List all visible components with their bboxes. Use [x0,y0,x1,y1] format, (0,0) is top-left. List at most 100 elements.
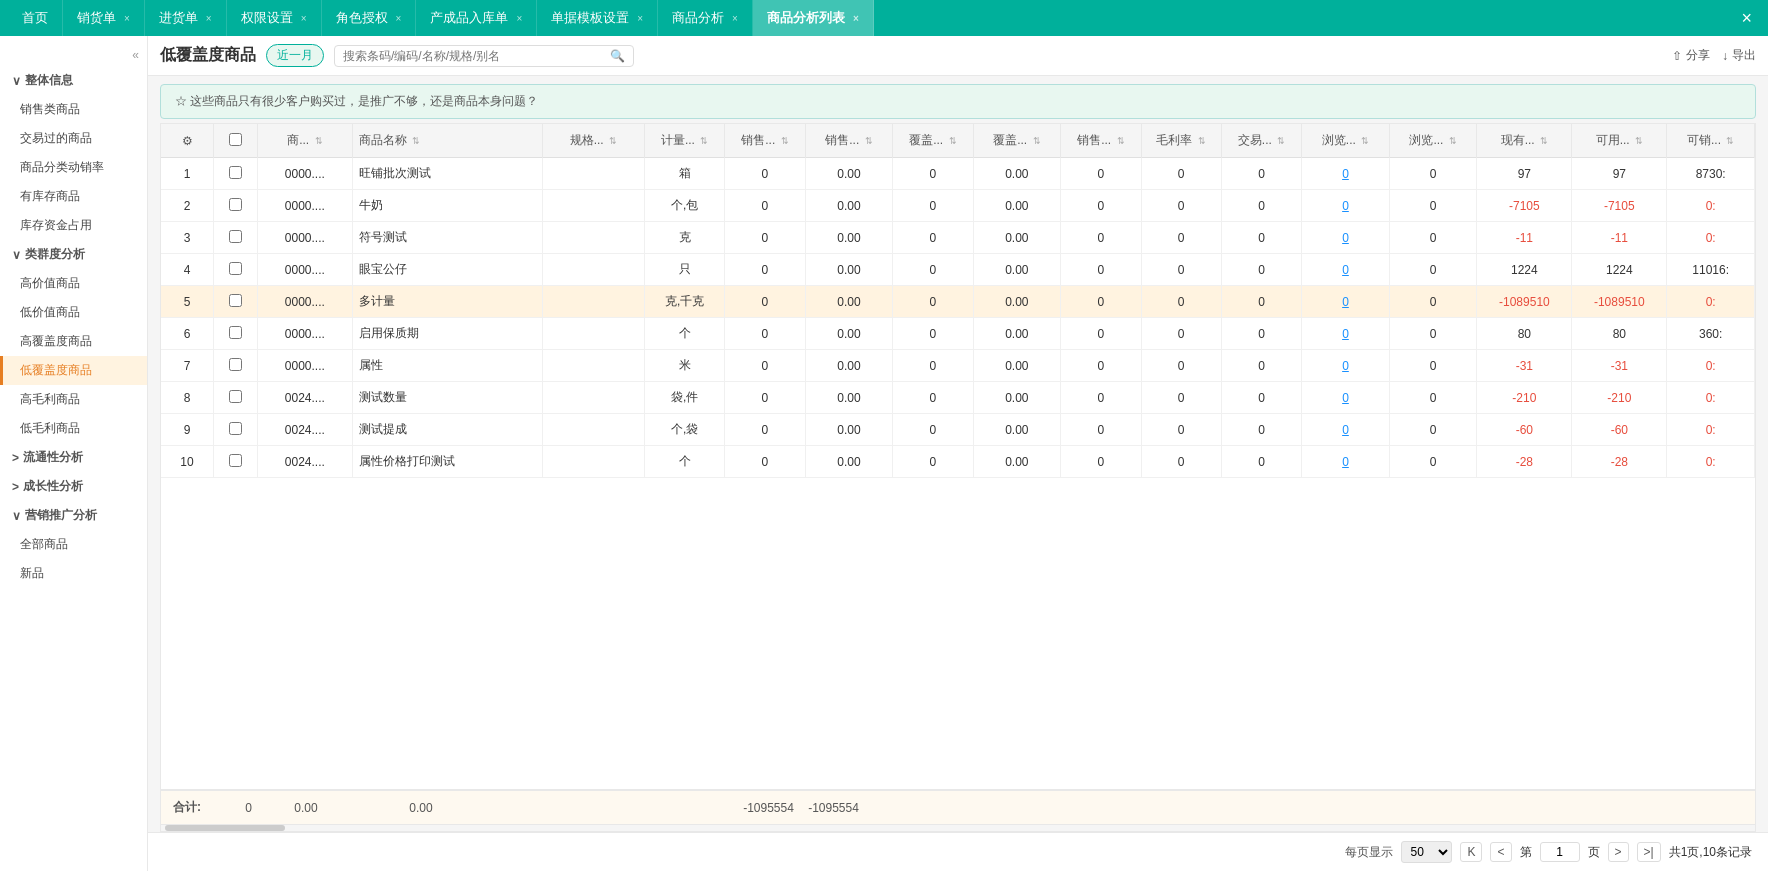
cell-browse-cnt[interactable]: 0 [1302,446,1390,478]
page-last-button[interactable]: >| [1637,842,1661,862]
sidebar-item-low-gross[interactable]: 低毛利商品 [0,414,147,443]
row-checkbox-8[interactable] [229,422,242,435]
sidebar-section-cluster[interactable]: ∨ 类群度分析 [0,240,147,269]
nav-tab-product[interactable]: 产成品入库单 × [416,0,537,36]
search-icon[interactable]: 🔍 [610,49,625,63]
cell-check[interactable] [214,190,258,222]
nav-tab-analysis-list-close[interactable]: × [853,13,859,24]
nav-tab-purchase-close[interactable]: × [206,13,212,24]
sidebar-item-low-coverage[interactable]: 低覆盖度商品 [0,356,147,385]
nav-tab-role[interactable]: 角色授权 × [322,0,417,36]
page-number-input[interactable] [1540,842,1580,862]
nav-tab-role-close[interactable]: × [396,13,402,24]
sidebar-section-marketing[interactable]: ∨ 营销推广分析 [0,501,147,530]
col-header-sales-amt[interactable]: 销售... ⇅ [805,124,893,158]
sidebar-collapse-button[interactable]: « [0,44,147,66]
cell-check[interactable] [214,446,258,478]
row-checkbox-2[interactable] [229,230,242,243]
horizontal-scrollbar[interactable] [160,824,1756,832]
row-checkbox-7[interactable] [229,390,242,403]
cell-check[interactable] [214,382,258,414]
page-first-button[interactable]: K [1460,842,1482,862]
row-checkbox-5[interactable] [229,326,242,339]
row-checkbox-0[interactable] [229,166,242,179]
col-header-trans[interactable]: 交易... ⇅ [1221,124,1301,158]
row-checkbox-4[interactable] [229,294,242,307]
sidebar-section-circulation[interactable]: > 流通性分析 [0,443,147,472]
cell-check[interactable] [214,158,258,190]
col-header-sales-days[interactable]: 销售... ⇅ [1061,124,1141,158]
cell-check[interactable] [214,318,258,350]
sidebar-item-all-goods[interactable]: 全部商品 [0,530,147,559]
nav-tab-analysis-close[interactable]: × [732,13,738,24]
cell-browse-cnt[interactable]: 0 [1302,190,1390,222]
page-size-select[interactable]: 20 50 100 [1401,841,1452,863]
sidebar-item-high-value[interactable]: 高价值商品 [0,269,147,298]
window-close-button[interactable]: × [1733,8,1760,29]
sidebar-item-category-rate[interactable]: 商品分类动销率 [0,153,147,182]
nav-tab-purchase[interactable]: 进货单 × [145,0,227,36]
nav-tab-product-close[interactable]: × [516,13,522,24]
period-button[interactable]: 近一月 [266,44,324,67]
nav-tab-analysis[interactable]: 商品分析 × [658,0,753,36]
nav-tab-sales[interactable]: 销货单 × [63,0,145,36]
col-header-spec[interactable]: 规格... ⇅ [542,124,644,158]
cell-check[interactable] [214,222,258,254]
cell-check[interactable] [214,286,258,318]
sidebar-item-traded-goods[interactable]: 交易过的商品 [0,124,147,153]
export-button[interactable]: ↓ 导出 [1722,47,1756,64]
cell-browse-cnt[interactable]: 0 [1302,318,1390,350]
nav-tab-permission-close[interactable]: × [301,13,307,24]
cell-browse-cnt[interactable]: 0 [1302,222,1390,254]
col-header-stock[interactable]: 现有... ⇅ [1477,124,1572,158]
share-button[interactable]: ⇧ 分享 [1672,47,1710,64]
col-header-cover-cust[interactable]: 覆盖... ⇅ [893,124,973,158]
col-header-available[interactable]: 可用... ⇅ [1572,124,1667,158]
cell-browse-cnt[interactable]: 0 [1302,254,1390,286]
sidebar-item-sales-goods[interactable]: 销售类商品 [0,95,147,124]
sidebar-section-overall[interactable]: ∨ 整体信息 [0,66,147,95]
nav-tab-permission[interactable]: 权限设置 × [227,0,322,36]
nav-tab-home[interactable]: 首页 [8,0,63,36]
cell-browse-cnt[interactable]: 0 [1302,158,1390,190]
data-table-container[interactable]: ⚙ 商... ⇅ 商品名称 ⇅ 规格... ⇅ 计量... ⇅ 销售... ⇅ … [160,123,1756,790]
search-input[interactable] [343,49,606,63]
col-header-cover-rate[interactable]: 覆盖... ⇅ [973,124,1061,158]
col-header-sales-qty[interactable]: 销售... ⇅ [725,124,805,158]
sidebar-section-growth[interactable]: > 成长性分析 [0,472,147,501]
col-header-sellable[interactable]: 可销... ⇅ [1667,124,1755,158]
page-prev-button[interactable]: < [1490,842,1511,862]
cell-browse-cnt[interactable]: 0 [1302,382,1390,414]
cell-browse-cnt[interactable]: 0 [1302,350,1390,382]
nav-tab-sales-close[interactable]: × [124,13,130,24]
sidebar-item-capital[interactable]: 库存资金占用 [0,211,147,240]
col-header-code[interactable]: 商... ⇅ [257,124,352,158]
cell-browse-cnt[interactable]: 0 [1302,414,1390,446]
col-header-name[interactable]: 商品名称 ⇅ [352,124,542,158]
cell-name: 属性 [352,350,542,382]
cell-check[interactable] [214,254,258,286]
row-checkbox-1[interactable] [229,198,242,211]
nav-tab-template[interactable]: 单据模板设置 × [537,0,658,36]
nav-tab-template-close[interactable]: × [637,13,643,24]
cell-browse-cnt[interactable]: 0 [1302,286,1390,318]
settings-icon[interactable]: ⚙ [182,134,193,148]
row-checkbox-3[interactable] [229,262,242,275]
select-all-checkbox[interactable] [229,133,242,146]
sidebar-item-high-gross[interactable]: 高毛利商品 [0,385,147,414]
col-header-browse-rate[interactable]: 浏览... ⇅ [1389,124,1477,158]
cell-check[interactable] [214,414,258,446]
sidebar-item-new-goods[interactable]: 新品 [0,559,147,588]
sidebar-item-low-value[interactable]: 低价值商品 [0,298,147,327]
cell-check[interactable] [214,350,258,382]
sidebar-item-in-stock[interactable]: 有库存商品 [0,182,147,211]
page-next-button[interactable]: > [1608,842,1629,862]
nav-tab-analysis-list[interactable]: 商品分析列表 × [753,0,874,36]
scrollbar-thumb[interactable] [165,825,285,831]
row-checkbox-6[interactable] [229,358,242,371]
col-header-unit[interactable]: 计量... ⇅ [644,124,724,158]
row-checkbox-9[interactable] [229,454,242,467]
col-header-browse-cnt[interactable]: 浏览... ⇅ [1302,124,1390,158]
sidebar-item-high-coverage[interactable]: 高覆盖度商品 [0,327,147,356]
col-header-gross[interactable]: 毛利率 ⇅ [1141,124,1221,158]
